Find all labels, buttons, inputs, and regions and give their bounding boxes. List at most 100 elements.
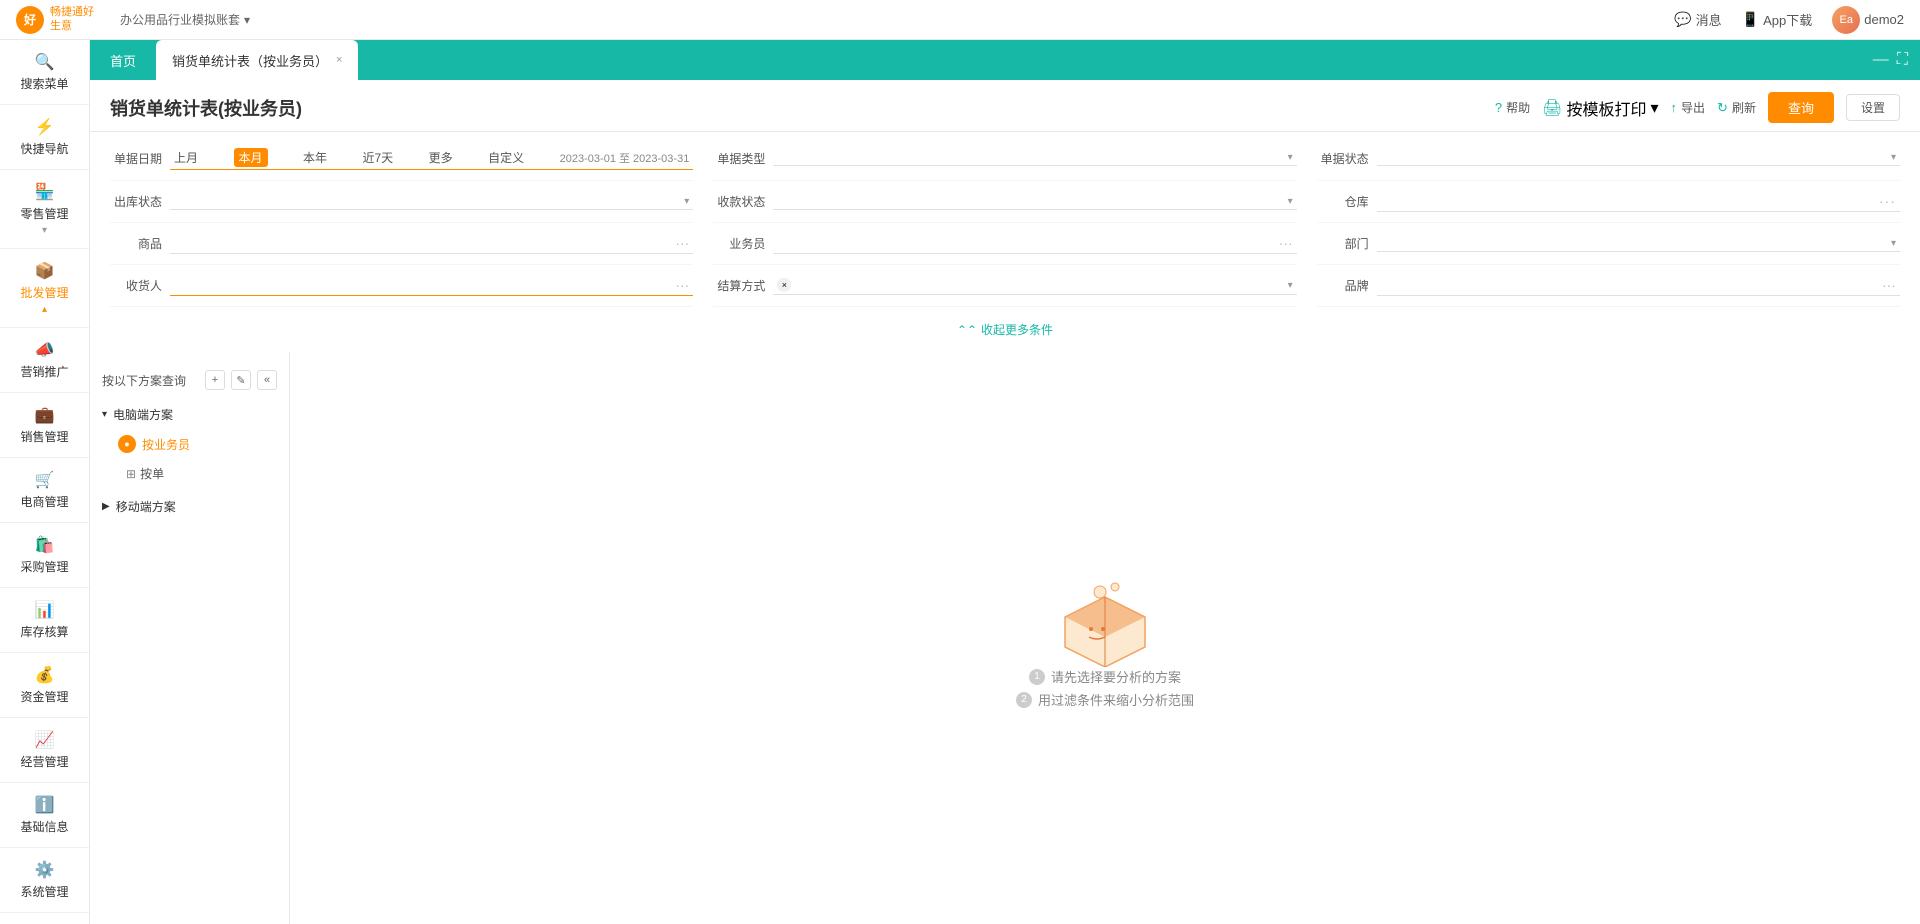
finance-icon: 💰	[4, 665, 85, 685]
page-header: 销货单统计表(按业务员) ? 帮助 🖨 按模板打印 ▾ ↑ 导出	[90, 80, 1920, 132]
tab-expand-btn[interactable]: ⛶	[1897, 51, 1908, 69]
active-tab-label: 销货单统计表（按业务员）	[172, 51, 328, 70]
marketing-icon: 📣	[4, 340, 85, 360]
date-option-7days[interactable]: 近7天	[363, 149, 394, 166]
payment-status-input[interactable]: ▾	[773, 194, 1296, 210]
tab-bar: 首页 销货单统计表（按业务员） × — ⛶	[90, 40, 1920, 80]
breadcrumb-text: 办公用品行业模拟账套	[120, 11, 240, 28]
sidebar-item-wholesale[interactable]: 📦 批发管理 ▴	[0, 249, 89, 328]
tab-close-btn[interactable]: ×	[336, 54, 342, 66]
sidebar-item-basic-info[interactable]: ℹ️ 基础信息	[0, 783, 89, 848]
message-btn[interactable]: 💬 消息	[1674, 10, 1721, 29]
payment-method-input[interactable]: × ▾	[773, 276, 1296, 295]
header-right: 💬 消息 📱 App下载 Ea demo2	[1674, 6, 1904, 34]
doc-type-input[interactable]: ▾	[773, 150, 1296, 166]
sidebar-item-finance[interactable]: 💰 资金管理	[0, 653, 89, 718]
query-btn[interactable]: 查询	[1768, 92, 1834, 123]
date-option-this-year[interactable]: 本年	[303, 149, 327, 166]
warehouse-input[interactable]: ···	[1377, 191, 1900, 212]
mobile-section: ▶ 移动端方案	[90, 492, 289, 521]
print-btn[interactable]: 🖨 按模板打印 ▾	[1542, 96, 1658, 120]
filter-section: 单据日期 上月 本月 本年 近7天 更多 自定义 2023-03-01 至 20…	[90, 132, 1920, 352]
date-option-last-month[interactable]: 上月	[174, 149, 198, 166]
panel-collapse-btn[interactable]: «	[257, 370, 277, 390]
payment-method-clear[interactable]: ×	[777, 278, 791, 292]
breadcrumb[interactable]: 办公用品行业模拟账套 ▾	[120, 11, 250, 28]
export-btn[interactable]: ↑ 导出	[1671, 99, 1706, 116]
goods-dots-icon: ···	[675, 235, 689, 251]
sidebar-label-purchase: 采购管理	[4, 558, 85, 575]
tab-active[interactable]: 销货单统计表（按业务员） ×	[156, 40, 358, 80]
sidebar-item-enterprise[interactable]: 🤝 企业协同	[0, 913, 89, 924]
logo-icon: 好	[16, 6, 44, 34]
mobile-section-header[interactable]: ▶ 移动端方案	[90, 492, 289, 521]
sidebar: 🔍 搜索菜单 ⚡ 快捷导航 🏪 零售管理 ▾ 📦 批发管理 ▴ 📣 营销推广 💼…	[0, 40, 90, 924]
sidebar-item-purchase[interactable]: 🛍️ 采购管理	[0, 523, 89, 588]
content-area: 首页 销货单统计表（按业务员） × — ⛶ 销货单统计表(按业务员) ? 帮助	[90, 40, 1920, 924]
sidebar-item-marketing[interactable]: 📣 营销推广	[0, 328, 89, 393]
salesperson-input[interactable]: ···	[773, 233, 1296, 254]
goods-input[interactable]: ···	[170, 233, 693, 254]
step2-num: 2	[1016, 692, 1032, 708]
panel-item-by-order[interactable]: ⊞ 按单	[90, 459, 289, 488]
message-label: 消息	[1696, 10, 1722, 29]
help-icon: ?	[1495, 100, 1502, 115]
stock-status-input[interactable]: ▾	[170, 194, 693, 210]
empty-text-2: 2 用过滤条件来缩小分析范围	[1016, 690, 1194, 709]
department-filter-cell: 部门 ▾	[1317, 223, 1900, 265]
sidebar-item-sales[interactable]: 💼 销售管理	[0, 393, 89, 458]
breadcrumb-arrow-icon: ▾	[244, 13, 250, 27]
sidebar-item-ecommerce[interactable]: 🛒 电商管理	[0, 458, 89, 523]
desktop-section-header[interactable]: ▾ 电脑端方案	[90, 400, 289, 429]
date-option-more[interactable]: 更多	[429, 149, 453, 166]
help-label: 帮助	[1506, 99, 1530, 116]
export-icon: ↑	[1671, 100, 1678, 115]
logo-area: 好 畅捷通好生意	[16, 6, 100, 34]
panel-edit-btn[interactable]: ✎	[231, 370, 251, 390]
step1-text: 请先选择要分析的方案	[1051, 667, 1181, 686]
settings-btn[interactable]: 设置	[1846, 94, 1900, 121]
sidebar-item-operations[interactable]: 📈 经营管理	[0, 718, 89, 783]
sidebar-item-search[interactable]: 🔍 搜索菜单	[0, 40, 89, 105]
goods-filter-cell: 商品 ···	[110, 223, 693, 265]
payment-method-label: 结算方式	[713, 277, 765, 294]
department-input[interactable]: ▾	[1377, 236, 1900, 252]
sidebar-label-retail: 零售管理	[4, 205, 85, 222]
department-label: 部门	[1317, 235, 1369, 252]
retail-icon: 🏪	[4, 182, 85, 202]
sidebar-item-quick-nav[interactable]: ⚡ 快捷导航	[0, 105, 89, 170]
sidebar-item-system[interactable]: ⚙️ 系统管理	[0, 848, 89, 913]
download-icon: 📱	[1742, 11, 1759, 28]
sidebar-item-retail[interactable]: 🏪 零售管理 ▾	[0, 170, 89, 249]
sidebar-label-operations: 经营管理	[4, 753, 85, 770]
basic-info-icon: ℹ️	[4, 795, 85, 815]
date-option-custom[interactable]: 自定义	[488, 149, 524, 166]
user-area[interactable]: Ea demo2	[1832, 6, 1904, 34]
panel-add-btn[interactable]: +	[205, 370, 225, 390]
date-filter-input[interactable]: 上月 本月 本年 近7天 更多 自定义 2023-03-01 至 2023-03…	[170, 146, 693, 170]
brand-input[interactable]: ···	[1377, 275, 1900, 296]
wholesale-icon: 📦	[4, 261, 85, 281]
collapse-up-icon: ⌃⌃	[957, 323, 977, 337]
receiver-input[interactable]: ···	[170, 275, 693, 296]
message-icon: 💬	[1674, 11, 1691, 28]
inventory-icon: 📊	[4, 600, 85, 620]
main-layout: 🔍 搜索菜单 ⚡ 快捷导航 🏪 零售管理 ▾ 📦 批发管理 ▴ 📣 营销推广 💼…	[0, 40, 1920, 924]
sales-icon: 💼	[4, 405, 85, 425]
date-option-this-month[interactable]: 本月	[234, 148, 268, 167]
sidebar-item-inventory[interactable]: 📊 库存核算	[0, 588, 89, 653]
panel-item-by-salesperson[interactable]: ● 按业务员	[90, 429, 289, 459]
doc-status-filter-cell: 单据状态 ▾	[1317, 136, 1900, 181]
collapse-btn[interactable]: ⌃⌃ 收起更多条件	[957, 315, 1053, 344]
help-btn[interactable]: ? 帮助	[1495, 99, 1530, 116]
print-label: 按模板打印	[1566, 96, 1646, 120]
tab-minimize-btn[interactable]: —	[1873, 51, 1889, 69]
main-content-row: 按以下方案查询 + ✎ « ▾ 电脑端方案 ●	[90, 352, 1920, 924]
doc-status-input[interactable]: ▾	[1377, 150, 1900, 166]
refresh-btn[interactable]: ↻ 刷新	[1717, 99, 1756, 116]
tab-home[interactable]: 首页	[90, 40, 156, 80]
sidebar-label-sales: 销售管理	[4, 428, 85, 445]
step1-num: 1	[1029, 669, 1045, 685]
sidebar-label-quick-nav: 快捷导航	[4, 140, 85, 157]
app-download-btn[interactable]: 📱 App下载	[1742, 10, 1813, 29]
